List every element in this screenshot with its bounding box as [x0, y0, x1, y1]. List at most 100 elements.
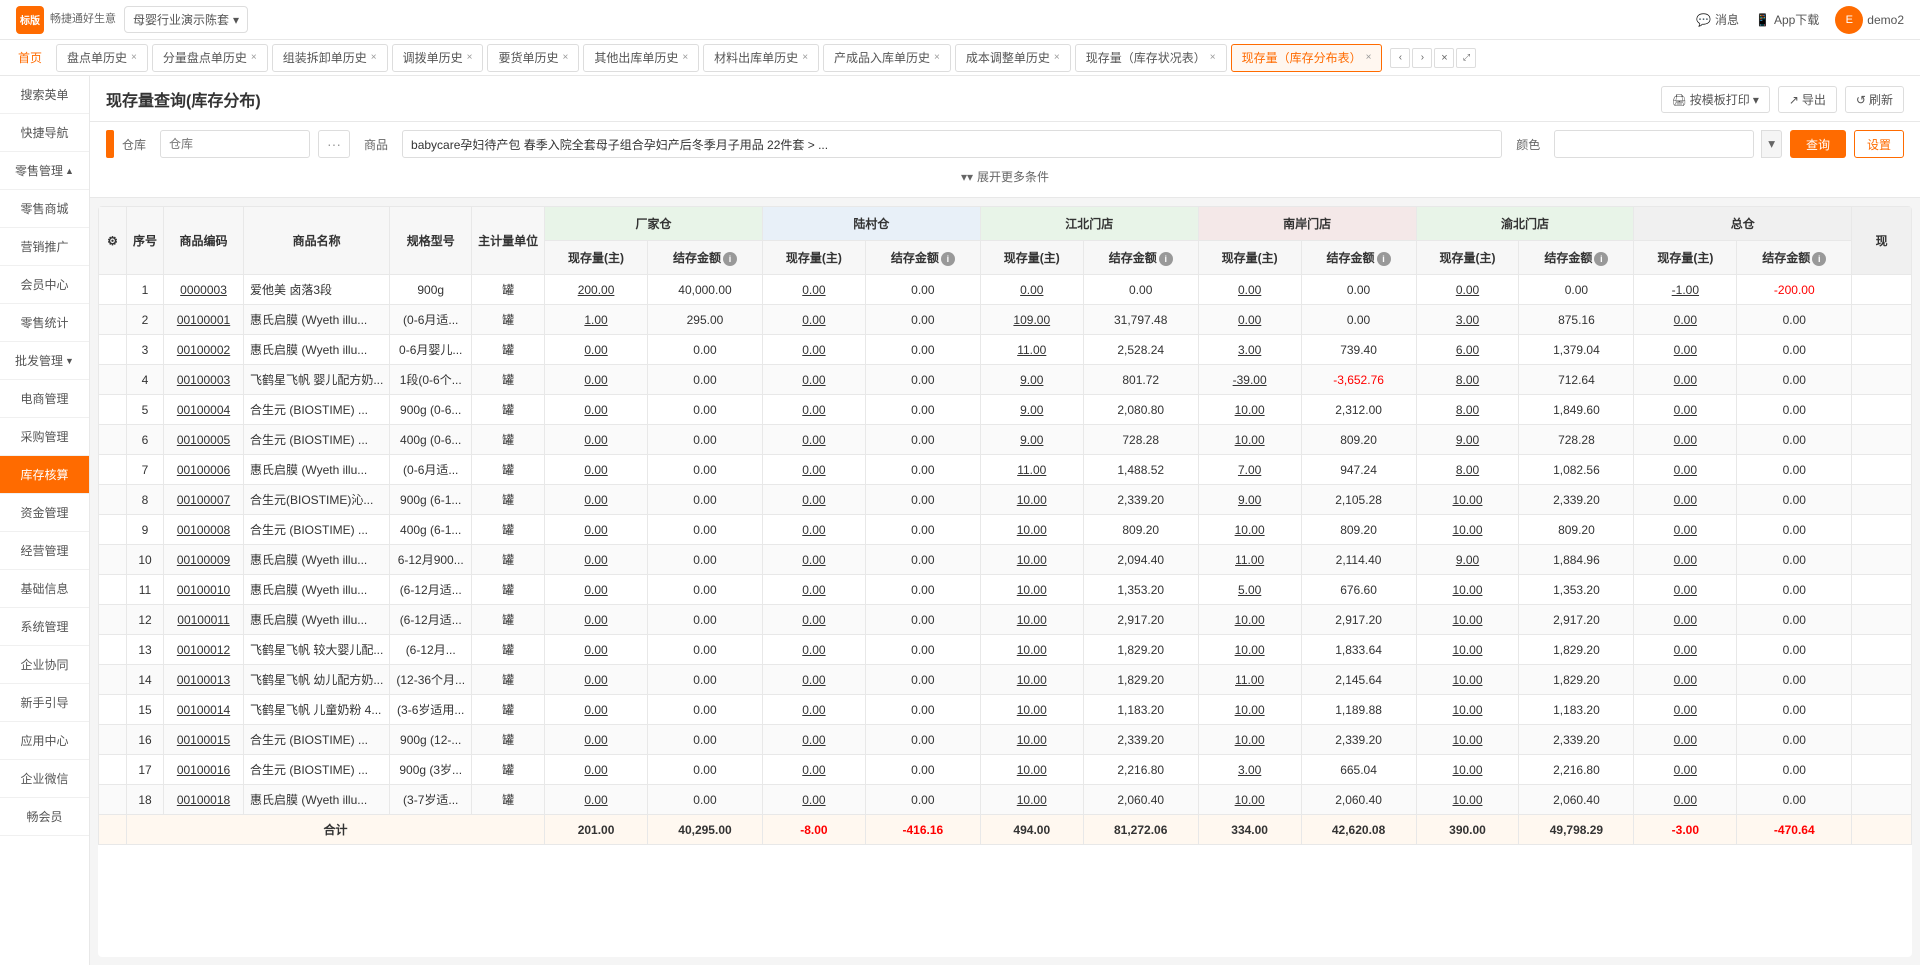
row-w5-qty[interactable]: 3.00: [1416, 305, 1519, 335]
sidebar-item-retail-mgmt[interactable]: 零售管理▲: [0, 152, 89, 190]
row-settings[interactable]: [99, 275, 127, 305]
row-w5-qty[interactable]: 8.00: [1416, 395, 1519, 425]
row-w2-qty[interactable]: 0.00: [762, 485, 865, 515]
row-settings[interactable]: [99, 605, 127, 635]
sidebar-item-retail-stat[interactable]: 零售统计: [0, 304, 89, 342]
row-w5-qty[interactable]: 8.00: [1416, 365, 1519, 395]
sidebar-item-wholesale-mgmt[interactable]: 批发管理▼: [0, 342, 89, 380]
row-w5-qty[interactable]: 10.00: [1416, 485, 1519, 515]
sidebar-item-basic-info[interactable]: 基础信息: [0, 570, 89, 608]
sidebar-item-purchase[interactable]: 采购管理: [0, 418, 89, 456]
row-w2-qty[interactable]: 0.00: [762, 695, 865, 725]
row-w5-qty[interactable]: 6.00: [1416, 335, 1519, 365]
row-w3-qty[interactable]: 10.00: [980, 785, 1083, 815]
row-w2-qty[interactable]: 0.00: [762, 755, 865, 785]
row-settings[interactable]: [99, 455, 127, 485]
row-w3-qty[interactable]: 10.00: [980, 755, 1083, 785]
row-w5-qty[interactable]: 10.00: [1416, 635, 1519, 665]
row-w5-qty[interactable]: 10.00: [1416, 725, 1519, 755]
user-menu[interactable]: E demo2: [1835, 6, 1904, 34]
row-w2-qty[interactable]: 0.00: [762, 575, 865, 605]
info-icon[interactable]: i: [1377, 252, 1391, 266]
row-w2-qty[interactable]: 0.00: [762, 665, 865, 695]
row-code[interactable]: 00100001: [164, 305, 244, 335]
row-code[interactable]: 00100014: [164, 695, 244, 725]
row-w1-qty[interactable]: 0.00: [545, 785, 648, 815]
row-total-qty[interactable]: 0.00: [1634, 425, 1737, 455]
row-code[interactable]: 00100016: [164, 755, 244, 785]
sidebar-item-guide[interactable]: 新手引导: [0, 684, 89, 722]
row-w4-qty[interactable]: 10.00: [1198, 635, 1301, 665]
row-w1-qty[interactable]: 0.00: [545, 335, 648, 365]
row-w2-qty[interactable]: 0.00: [762, 545, 865, 575]
sidebar-item-member2[interactable]: 畅会员: [0, 798, 89, 836]
row-total-qty[interactable]: 0.00: [1634, 665, 1737, 695]
row-code[interactable]: 00100004: [164, 395, 244, 425]
sidebar-item-wechat[interactable]: 企业微信: [0, 760, 89, 798]
tab-cost-adjust[interactable]: 成本调整单历史 ×: [955, 44, 1071, 72]
row-code[interactable]: 00100005: [164, 425, 244, 455]
row-w5-qty[interactable]: 10.00: [1416, 695, 1519, 725]
row-code[interactable]: 00100007: [164, 485, 244, 515]
row-total-qty[interactable]: 0.00: [1634, 695, 1737, 725]
tab-home[interactable]: 首页: [8, 44, 52, 72]
row-total-qty[interactable]: 0.00: [1634, 575, 1737, 605]
row-total-qty[interactable]: 0.00: [1634, 335, 1737, 365]
row-w5-qty[interactable]: 10.00: [1416, 605, 1519, 635]
row-w2-qty[interactable]: 0.00: [762, 395, 865, 425]
row-w2-qty[interactable]: 0.00: [762, 335, 865, 365]
row-w5-qty[interactable]: 10.00: [1416, 575, 1519, 605]
row-settings[interactable]: [99, 425, 127, 455]
row-w4-qty[interactable]: 7.00: [1198, 455, 1301, 485]
row-w1-qty[interactable]: 0.00: [545, 455, 648, 485]
sidebar-item-inventory[interactable]: 库存核算: [0, 456, 89, 494]
row-w3-qty[interactable]: 10.00: [980, 665, 1083, 695]
row-total-qty[interactable]: 0.00: [1634, 305, 1737, 335]
row-w3-qty[interactable]: 10.00: [980, 515, 1083, 545]
row-w5-qty[interactable]: 9.00: [1416, 425, 1519, 455]
tab-product-in[interactable]: 产成品入库单历史 ×: [823, 44, 951, 72]
col-settings-header[interactable]: ⚙: [99, 207, 127, 275]
row-total-qty[interactable]: 0.00: [1634, 635, 1737, 665]
template-print-btn[interactable]: 🖨 按模板打印 ▾: [1661, 86, 1770, 113]
row-w2-qty[interactable]: 0.00: [762, 455, 865, 485]
row-w5-qty[interactable]: 10.00: [1416, 665, 1519, 695]
close-icon[interactable]: ×: [1366, 52, 1372, 63]
close-icon[interactable]: ×: [682, 52, 688, 63]
row-w3-qty[interactable]: 10.00: [980, 485, 1083, 515]
row-w5-qty[interactable]: 8.00: [1416, 455, 1519, 485]
row-w2-qty[interactable]: 0.00: [762, 365, 865, 395]
color-input[interactable]: [1554, 130, 1754, 158]
row-w1-qty[interactable]: 0.00: [545, 515, 648, 545]
info-icon[interactable]: i: [1594, 252, 1608, 266]
row-settings[interactable]: [99, 575, 127, 605]
row-code[interactable]: 00100009: [164, 545, 244, 575]
row-w2-qty[interactable]: 0.00: [762, 635, 865, 665]
row-w2-qty[interactable]: 0.00: [762, 515, 865, 545]
close-icon[interactable]: ×: [1210, 52, 1216, 63]
row-total-qty[interactable]: 0.00: [1634, 785, 1737, 815]
info-icon[interactable]: i: [941, 252, 955, 266]
expand-conditions-btn[interactable]: ▾▾ 展开更多条件: [961, 168, 1049, 185]
row-w5-qty[interactable]: 9.00: [1416, 545, 1519, 575]
close-icon[interactable]: ×: [562, 52, 568, 63]
industry-selector[interactable]: 母婴行业演示陈套 ▾: [124, 6, 248, 33]
row-settings[interactable]: [99, 725, 127, 755]
row-settings[interactable]: [99, 335, 127, 365]
row-settings[interactable]: [99, 785, 127, 815]
row-w2-qty[interactable]: 0.00: [762, 785, 865, 815]
row-w4-qty[interactable]: 9.00: [1198, 485, 1301, 515]
info-icon[interactable]: i: [1159, 252, 1173, 266]
row-w1-qty[interactable]: 0.00: [545, 575, 648, 605]
tab-material-out[interactable]: 材料出库单历史 ×: [703, 44, 819, 72]
row-w2-qty[interactable]: 0.00: [762, 725, 865, 755]
row-total-qty[interactable]: 0.00: [1634, 395, 1737, 425]
refresh-btn[interactable]: ↺ 刷新: [1845, 86, 1904, 113]
tab-assembly[interactable]: 组装拆卸单历史 ×: [272, 44, 388, 72]
row-w4-qty[interactable]: 10.00: [1198, 395, 1301, 425]
goods-input[interactable]: [402, 130, 1502, 158]
tab-other-out[interactable]: 其他出库单历史 ×: [583, 44, 699, 72]
close-icon[interactable]: ×: [467, 52, 473, 63]
nav-close-all-btn[interactable]: ×: [1434, 48, 1454, 68]
row-code[interactable]: 0000003: [164, 275, 244, 305]
